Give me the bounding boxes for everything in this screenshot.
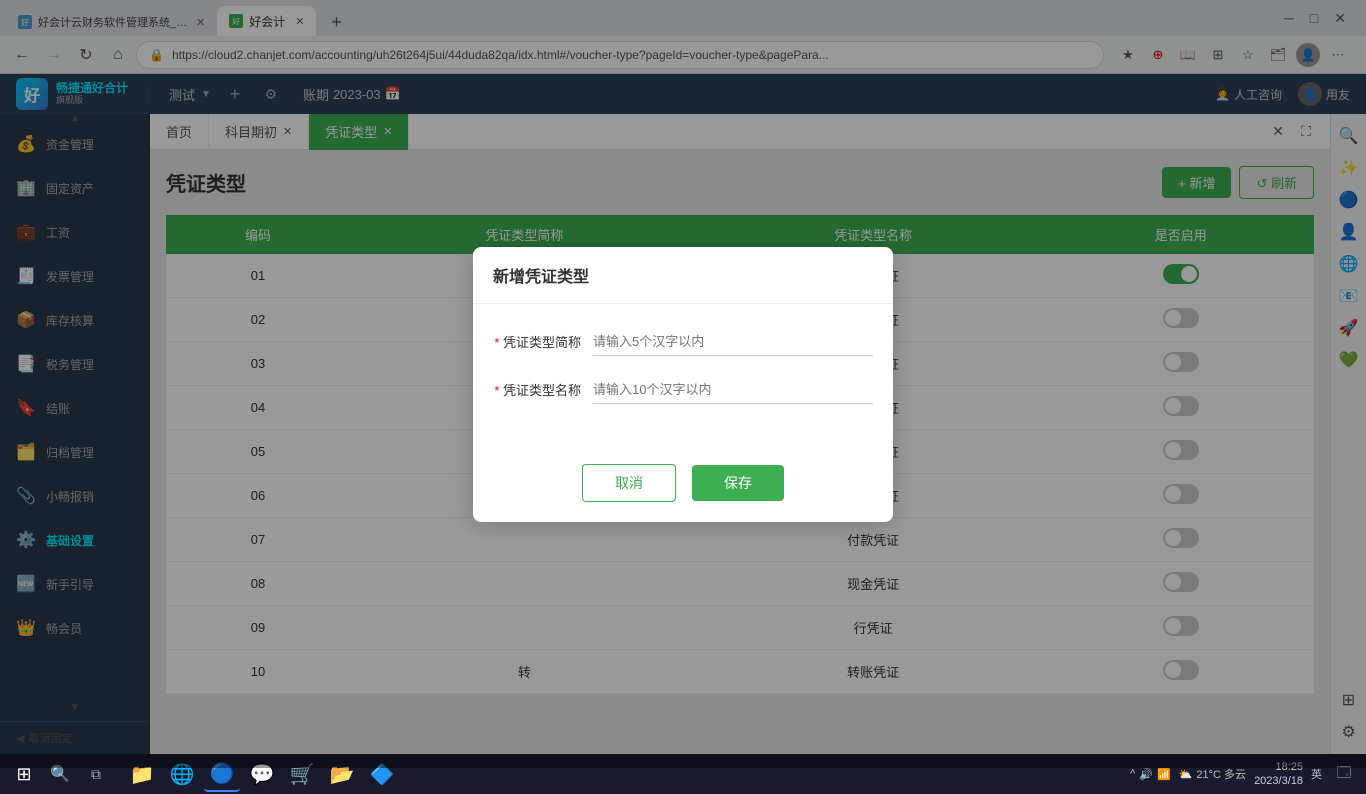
taskbar-lang: 英 [1311, 766, 1322, 782]
modal-header: 新增凭证类型 [473, 247, 893, 304]
new-voucher-type-modal: 新增凭证类型 凭证类型简称 凭证类型名称 取消 保存 [473, 247, 893, 522]
taskbar-network-icon: 🔊 [1139, 768, 1153, 781]
modal-cancel-btn[interactable]: 取消 [582, 464, 676, 502]
weather-icon: ⛅ [1179, 768, 1193, 781]
name-input[interactable] [593, 376, 873, 404]
modal-footer: 取消 保存 [473, 448, 893, 522]
weather-text: 21°C 多云 [1196, 766, 1246, 782]
taskbar-chevron-icon: ^ [1130, 768, 1135, 780]
name-label: 凭证类型名称 [493, 380, 593, 399]
clock-date: 2023/3/18 [1254, 774, 1303, 788]
abbr-input[interactable] [593, 328, 873, 356]
taskbar-weather[interactable]: ⛅ 21°C 多云 [1179, 766, 1246, 782]
save-label: 保存 [724, 475, 752, 491]
taskbar-wifi-icon: 📶 [1157, 768, 1171, 781]
abbr-row: 凭证类型简称 [493, 328, 873, 356]
abbr-label: 凭证类型简称 [493, 332, 593, 351]
modal-body: 凭证类型简称 凭证类型名称 [473, 304, 893, 448]
modal-save-btn[interactable]: 保存 [692, 465, 784, 501]
modal-overlay: 新增凭证类型 凭证类型简称 凭证类型名称 取消 保存 [0, 0, 1366, 768]
name-row: 凭证类型名称 [493, 376, 873, 404]
modal-title: 新增凭证类型 [493, 269, 589, 286]
taskbar-sys-area[interactable]: ^ 🔊 📶 [1130, 768, 1171, 781]
cancel-label: 取消 [615, 475, 643, 491]
